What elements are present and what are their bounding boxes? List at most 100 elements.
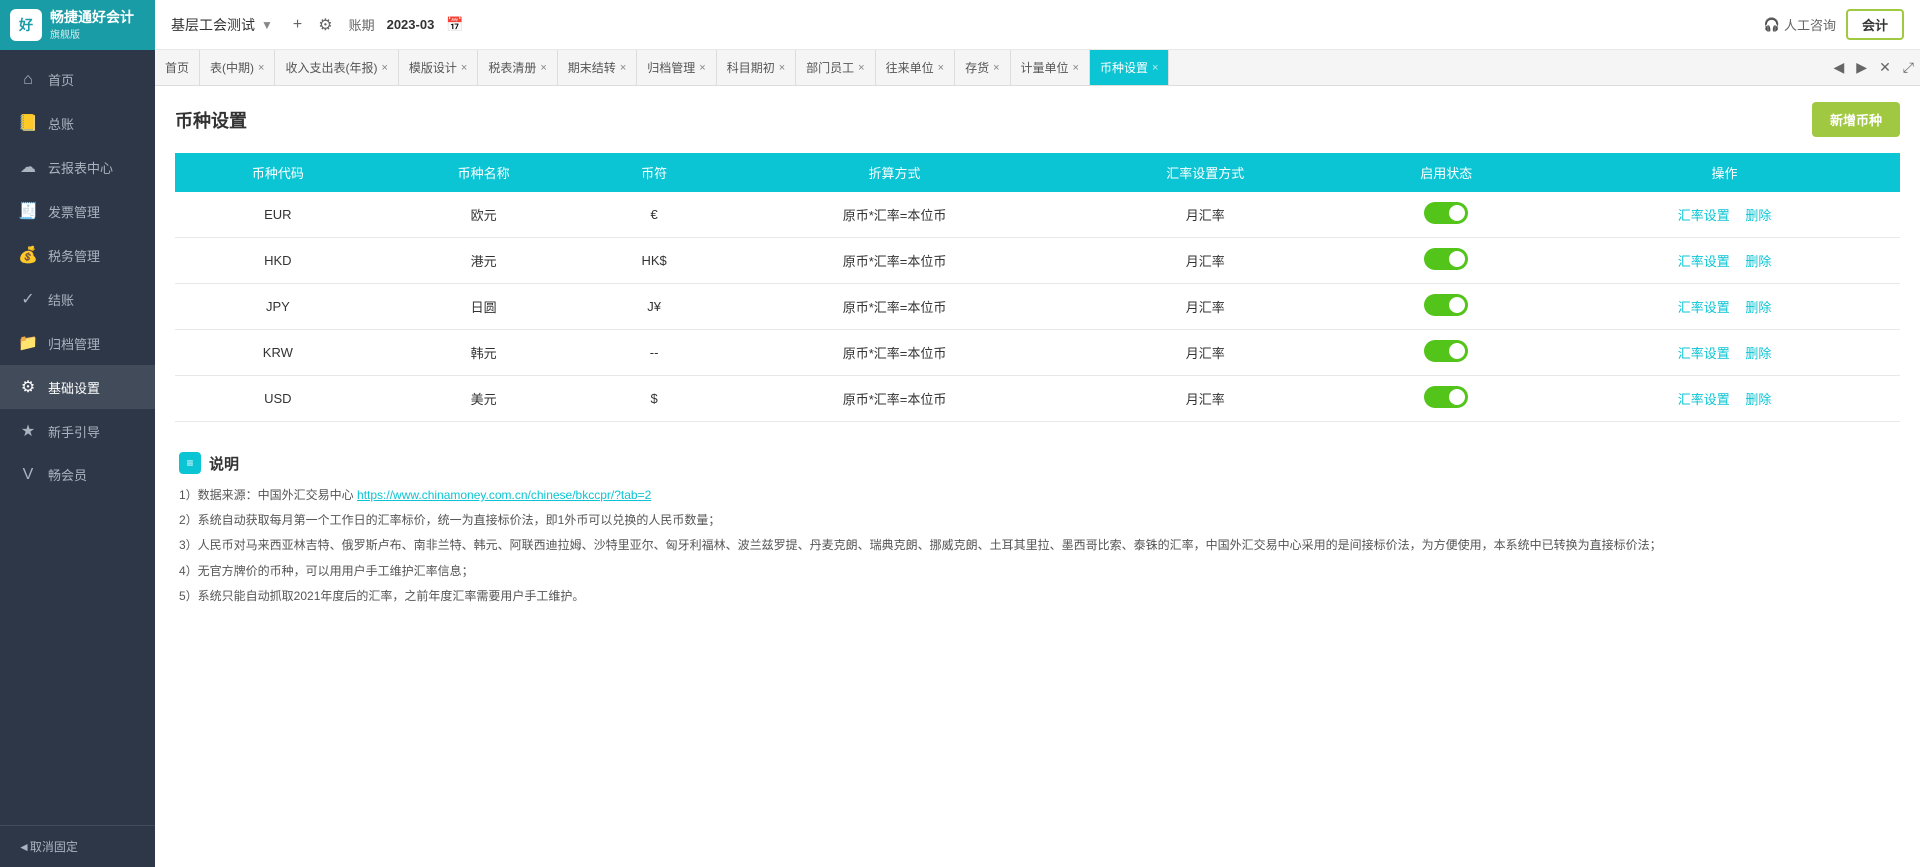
- tab-taxbook[interactable]: 税表清册 ×: [478, 50, 557, 85]
- enable-toggle[interactable]: [1424, 340, 1468, 362]
- enable-toggle[interactable]: [1424, 202, 1468, 224]
- close-tab-balance[interactable]: ×: [258, 62, 264, 74]
- close-tab-dept-staff[interactable]: ×: [858, 62, 864, 74]
- cell-status: [1343, 238, 1549, 284]
- period-label: 账期: [349, 15, 375, 34]
- sidebar-item-member[interactable]: V 畅会员: [0, 453, 155, 496]
- tab-template[interactable]: 模版设计 ×: [399, 50, 478, 85]
- delete-link[interactable]: 删除: [1745, 254, 1771, 269]
- tab-currency[interactable]: 币种设置 ×: [1090, 50, 1169, 85]
- sidebar: 好 畅捷通好会计 旗舰版 ⌂ 首页 📒 总账 ☁ 云报表中心 🧾 发票管理 💰 …: [0, 0, 155, 867]
- tab-archive-mgmt[interactable]: 归档管理 ×: [637, 50, 716, 85]
- delete-link[interactable]: 删除: [1745, 392, 1771, 407]
- sidebar-item-tax[interactable]: 💰 税务管理: [0, 233, 155, 277]
- close-tab-taxbook[interactable]: ×: [540, 62, 546, 74]
- sidebar-item-settings[interactable]: ⚙ 基础设置: [0, 365, 155, 409]
- enable-toggle[interactable]: [1424, 386, 1468, 408]
- rate-setting-link[interactable]: 汇率设置: [1678, 346, 1730, 361]
- close-tab-partner[interactable]: ×: [938, 62, 944, 74]
- cell-code: HKD: [175, 238, 381, 284]
- logo-icon: 好: [10, 9, 42, 41]
- tab-dept-staff[interactable]: 部门员工 ×: [796, 50, 875, 85]
- tab-unit[interactable]: 计量单位 ×: [1011, 50, 1090, 85]
- company-dropdown-icon: ▼: [261, 18, 273, 32]
- company-selector[interactable]: 基层工会测试 ▼: [171, 15, 273, 35]
- tax-icon: 💰: [18, 245, 38, 265]
- currency-table: 币种代码 币种名称 币符 折算方式 汇率设置方式 启用状态 操作 EUR 欧元 …: [175, 153, 1900, 422]
- headset-icon: 🎧: [1764, 17, 1780, 33]
- calendar-icon[interactable]: 📅: [446, 16, 463, 33]
- cell-actions: 汇率设置 删除: [1549, 284, 1900, 330]
- toggle-wrapper: [1424, 248, 1468, 270]
- add-company-btn[interactable]: +: [289, 12, 306, 38]
- cell-status: [1343, 284, 1549, 330]
- delete-link[interactable]: 删除: [1745, 208, 1771, 223]
- cell-actions: 汇率设置 删除: [1549, 192, 1900, 238]
- tab-subject-init[interactable]: 科目期初 ×: [717, 50, 796, 85]
- notes-list: 1）数据来源：中国外汇交易中心 https://www.chinamoney.c…: [179, 486, 1896, 606]
- cell-conversion: 原币*汇率=本位币: [722, 238, 1067, 284]
- sidebar-item-archive[interactable]: 📁 归档管理: [0, 321, 155, 365]
- cell-code: JPY: [175, 284, 381, 330]
- rate-setting-link[interactable]: 汇率设置: [1678, 300, 1730, 315]
- cell-name: 美元: [381, 376, 587, 422]
- tab-period-end[interactable]: 期末结转 ×: [558, 50, 637, 85]
- tab-income[interactable]: 收入支出表(年报) ×: [275, 50, 398, 85]
- tab-inventory[interactable]: 存货 ×: [955, 50, 1010, 85]
- sidebar-item-home[interactable]: ⌂ 首页: [0, 58, 155, 101]
- help-btn[interactable]: 🎧 人工咨询: [1764, 15, 1836, 34]
- close-tab-inventory[interactable]: ×: [993, 62, 999, 74]
- cell-symbol: €: [586, 192, 721, 238]
- member-icon: V: [18, 466, 38, 484]
- toggle-wrapper: [1424, 340, 1468, 362]
- close-tab-income[interactable]: ×: [381, 62, 387, 74]
- sidebar-item-settlement[interactable]: ✓ 结账: [0, 277, 155, 321]
- sidebar-item-invoice[interactable]: 🧾 发票管理: [0, 189, 155, 233]
- table-row: EUR 欧元 € 原币*汇率=本位币 月汇率 汇率设置 删除: [175, 192, 1900, 238]
- rate-setting-link[interactable]: 汇率设置: [1678, 208, 1730, 223]
- delete-link[interactable]: 删除: [1745, 300, 1771, 315]
- notes-item: 3）人民币对马来西亚林吉特、俄罗斯卢布、南非兰特、韩元、阿联西迪拉姆、沙特里亚尔…: [179, 536, 1896, 555]
- sidebar-item-guide[interactable]: ★ 新手引导: [0, 409, 155, 453]
- company-name: 基层工会测试: [171, 15, 255, 35]
- close-tab-template[interactable]: ×: [461, 62, 467, 74]
- close-tab-period-end[interactable]: ×: [620, 62, 626, 74]
- cell-code: EUR: [175, 192, 381, 238]
- account-btn[interactable]: 会计: [1846, 9, 1904, 40]
- delete-link[interactable]: 删除: [1745, 346, 1771, 361]
- tab-next-btn[interactable]: ▶: [1850, 59, 1873, 76]
- tab-balance[interactable]: 表(中期) ×: [200, 50, 275, 85]
- close-tab-unit[interactable]: ×: [1073, 62, 1079, 74]
- tab-close-all-btn[interactable]: ✕: [1873, 59, 1897, 76]
- toggle-wrapper: [1424, 202, 1468, 224]
- period-value: 2023-03: [387, 17, 435, 32]
- cell-symbol: HK$: [586, 238, 721, 284]
- settings-gear-btn[interactable]: ⚙: [314, 11, 336, 39]
- enable-toggle[interactable]: [1424, 294, 1468, 316]
- rate-setting-link[interactable]: 汇率设置: [1678, 392, 1730, 407]
- sidebar-item-reports[interactable]: ☁ 云报表中心: [0, 145, 155, 189]
- close-tab-archive-mgmt[interactable]: ×: [699, 62, 705, 74]
- close-tab-currency[interactable]: ×: [1152, 62, 1158, 74]
- cell-rate-type: 月汇率: [1067, 192, 1343, 238]
- toggle-wrapper: [1424, 294, 1468, 316]
- new-currency-btn[interactable]: 新增币种: [1812, 102, 1900, 137]
- tab-prev-btn[interactable]: ◀: [1828, 59, 1851, 76]
- tab-home[interactable]: 首页: [155, 50, 200, 85]
- enable-toggle[interactable]: [1424, 248, 1468, 270]
- cell-actions: 汇率设置 删除: [1549, 330, 1900, 376]
- cell-rate-type: 月汇率: [1067, 238, 1343, 284]
- cell-conversion: 原币*汇率=本位币: [722, 192, 1067, 238]
- tab-fullscreen-btn[interactable]: ⤢: [1897, 59, 1920, 76]
- tab-partner[interactable]: 往来单位 ×: [876, 50, 955, 85]
- page-title-row: 币种设置 新增币种: [175, 102, 1900, 137]
- rate-setting-link[interactable]: 汇率设置: [1678, 254, 1730, 269]
- chinamoney-link[interactable]: https://www.chinamoney.com.cn/chinese/bk…: [357, 488, 651, 502]
- logo-text: 畅捷通好会计 旗舰版: [50, 9, 134, 41]
- cell-status: [1343, 192, 1549, 238]
- table-header-row: 币种代码 币种名称 币符 折算方式 汇率设置方式 启用状态 操作: [175, 153, 1900, 192]
- pin-sidebar-btn[interactable]: ◄取消固定: [0, 825, 155, 867]
- sidebar-item-ledger[interactable]: 📒 总账: [0, 101, 155, 145]
- invoice-icon: 🧾: [18, 201, 38, 221]
- close-tab-subject-init[interactable]: ×: [779, 62, 785, 74]
